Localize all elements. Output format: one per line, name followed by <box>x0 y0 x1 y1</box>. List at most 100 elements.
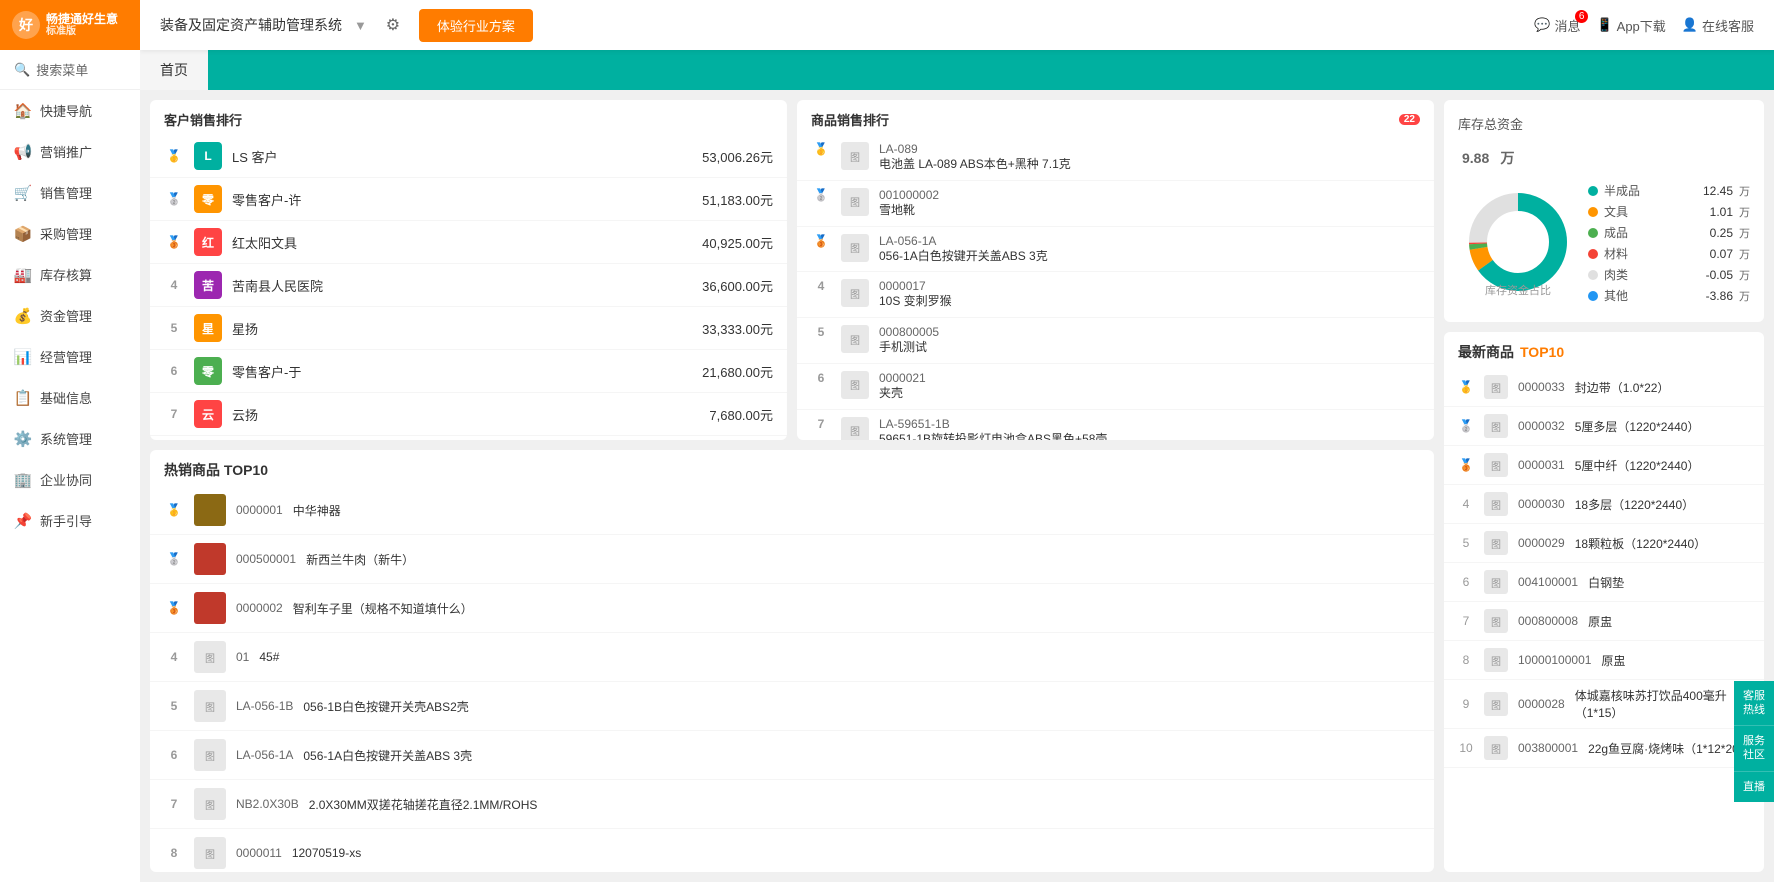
newest-header: 最新商品 TOP10 <box>1444 332 1764 368</box>
product-code: LA-089 <box>879 142 1420 156</box>
newest-product-code: 000800008 <box>1518 614 1578 628</box>
newest-product-item: 🥇 图 0000033 封边带（1.0*22） <box>1444 368 1764 407</box>
newest-rank-number: 5 <box>1458 536 1474 550</box>
hot-product-code: LA-056-1B <box>236 699 293 713</box>
product-rank-number: 7 <box>811 417 831 431</box>
newest-product-code: 0000033 <box>1518 380 1565 394</box>
inventory-amount: 9.88 万 <box>1458 139 1750 170</box>
nav-icon-shortcut: 🏠 <box>14 102 32 120</box>
rank-name: 零售客户-许 <box>232 190 692 209</box>
tab-home[interactable]: 首页 <box>140 50 208 90</box>
rank-number: 4 <box>164 278 184 292</box>
float-button-0[interactable]: 客服 热线 <box>1734 681 1774 727</box>
sidebar-item-purchase[interactable]: 📦采购管理 <box>0 213 140 254</box>
product-rank-item: 7 图 LA-59651-1B 59651-1B旋转投影灯电池盒ABS黑色+58… <box>797 410 1434 440</box>
newest-rank-number: 🥉 <box>1458 458 1474 472</box>
product-name: 电池盖 LA-089 ABS本色+黑种 7.1克 <box>879 156 1420 173</box>
hot-product-code: 0000001 <box>236 503 283 517</box>
sidebar-item-finance[interactable]: 💰资金管理 <box>0 295 140 336</box>
float-button-1[interactable]: 服务 社区 <box>1734 726 1774 772</box>
hot-product-name: 12070519-xs <box>292 846 1420 860</box>
nav-icon-sales: 🛒 <box>14 184 32 202</box>
hot-product-code: 0000002 <box>236 601 283 615</box>
hot-product-code: 0000011 <box>236 846 282 860</box>
newest-product-item: 8 图 10000100001 原盅 <box>1444 641 1764 680</box>
service-icon: 👤 <box>1682 17 1698 33</box>
settings-icon[interactable]: ⚙ <box>379 11 407 39</box>
legend-label: 文具 <box>1604 203 1704 220</box>
product-icon: 图 <box>841 188 869 216</box>
online-service-label: 在线客服 <box>1702 16 1754 35</box>
hot-products-header: 热销商品 TOP10 <box>150 450 1434 486</box>
legend-dot <box>1588 270 1598 280</box>
sidebar-item-marketing[interactable]: 📢营销推广 <box>0 131 140 172</box>
rank-avatar: 红 <box>194 228 222 256</box>
sidebar-item-operation[interactable]: 📊经营管理 <box>0 336 140 377</box>
sidebar-item-shortcut[interactable]: 🏠快捷导航 <box>0 90 140 131</box>
rank-value: 21,680.00元 <box>702 362 773 381</box>
rank-number: 5 <box>164 321 184 335</box>
rank-number: 🥇 <box>164 149 184 163</box>
newest-product-code: 0000031 <box>1518 458 1565 472</box>
rank-value: 40,925.00元 <box>702 233 773 252</box>
legend-dot <box>1588 249 1598 259</box>
notification-button[interactable]: 💬 消息 6 <box>1534 16 1580 35</box>
inventory-unit: 万 <box>1500 150 1514 166</box>
customer-rank-item: 🥈 零 零售客户-许 51,183.00元 <box>150 178 787 221</box>
newest-product-item: 🥉 图 0000031 5厘中纤（1220*2440） <box>1444 446 1764 485</box>
newest-product-icon: 图 <box>1484 570 1508 594</box>
hot-product-code: 01 <box>236 650 249 664</box>
nav-label-finance: 资金管理 <box>40 306 92 325</box>
newest-product-name: 体城嘉核味苏打饮品400毫升（1*15） <box>1575 687 1750 721</box>
legend-dot <box>1588 228 1598 238</box>
newest-product-name: 白钢垫 <box>1588 574 1750 591</box>
inventory-legend: 半成品 12.45 万 文具 1.01 万 成品 0.25 万 材料 0.07 … <box>1588 182 1750 308</box>
newest-product-name: 22g鱼豆腐·烧烤味（1*12*20） <box>1588 740 1750 757</box>
customer-rank-item: 6 零 零售客户-于 21,680.00元 <box>150 350 787 393</box>
rank-value: 33,333.00元 <box>702 319 773 338</box>
rank-name: 星扬 <box>232 319 692 338</box>
nav-label-basic: 基础信息 <box>40 388 92 407</box>
sidebar-item-inventory[interactable]: 🏭库存核算 <box>0 254 140 295</box>
hot-product-item: 7 图 NB2.0X30B 2.0X30MM双搓花轴搓花直径2.1MM/ROHS <box>150 780 1434 829</box>
legend-dot <box>1588 186 1598 196</box>
product-code: 001000002 <box>879 188 1420 202</box>
sidebar-nav: 🏠快捷导航📢营销推广🛒销售管理📦采购管理🏭库存核算💰资金管理📊经营管理📋基础信息… <box>0 90 140 541</box>
dropdown-icon[interactable]: ▼ <box>354 18 367 33</box>
product-thumbnail: 图 <box>194 788 226 820</box>
app-download-button[interactable]: 📱 App下载 <box>1596 16 1665 35</box>
nav-icon-newbie: 📌 <box>14 512 32 530</box>
legend-label: 肉类 <box>1604 266 1700 283</box>
online-service-button[interactable]: 👤 在线客服 <box>1682 16 1754 35</box>
search-icon: 🔍 <box>14 62 30 78</box>
newest-rank-number: 🥈 <box>1458 419 1474 433</box>
product-icon: 图 <box>841 279 869 307</box>
product-rank-item: 🥉 图 LA-056-1A 056-1A白色按键开关盖ABS 3克 <box>797 227 1434 273</box>
product-code: 0000021 <box>879 371 1420 385</box>
hot-rank-number: 🥈 <box>164 552 184 566</box>
trial-button[interactable]: 体验行业方案 <box>419 9 533 42</box>
rank-value: 7,680.00元 <box>709 405 773 424</box>
sidebar-item-enterprise[interactable]: 🏢企业协同 <box>0 459 140 500</box>
product-icon: 图 <box>841 142 869 170</box>
hot-product-name: 智利车子里（规格不知道填什么） <box>293 600 1420 617</box>
sidebar-item-basic[interactable]: 📋基础信息 <box>0 377 140 418</box>
newest-product-item: 4 图 0000030 18多层（1220*2440） <box>1444 485 1764 524</box>
nav-icon-purchase: 📦 <box>14 225 32 243</box>
legend-value: 12.45 <box>1703 184 1733 198</box>
mobile-icon: 📱 <box>1596 17 1612 33</box>
nav-icon-operation: 📊 <box>14 348 32 366</box>
product-info: 000800005 手机测试 <box>879 325 1420 356</box>
product-thumbnail: 图 <box>194 837 226 869</box>
float-button-2[interactable]: 直播 <box>1734 772 1774 802</box>
sidebar-item-sales[interactable]: 🛒销售管理 <box>0 172 140 213</box>
sidebar-item-system[interactable]: ⚙️系统管理 <box>0 418 140 459</box>
newest-product-item: 5 图 0000029 18颗粒板（1220*2440） <box>1444 524 1764 563</box>
sidebar-search[interactable]: 🔍 搜索菜单 <box>0 50 140 90</box>
customer-rank-list: 🥇 L LS 客户 53,006.26元 🥈 零 零售客户-许 51,183.0… <box>150 135 787 440</box>
product-icon: 图 <box>841 325 869 353</box>
hot-products-card: 热销商品 TOP10 🥇 0000001 中华神器 🥈 000500001 新西… <box>150 450 1434 872</box>
app-download-label: App下载 <box>1617 16 1666 35</box>
hot-rank-number: 4 <box>164 650 184 664</box>
sidebar-item-newbie[interactable]: 📌新手引导 <box>0 500 140 541</box>
